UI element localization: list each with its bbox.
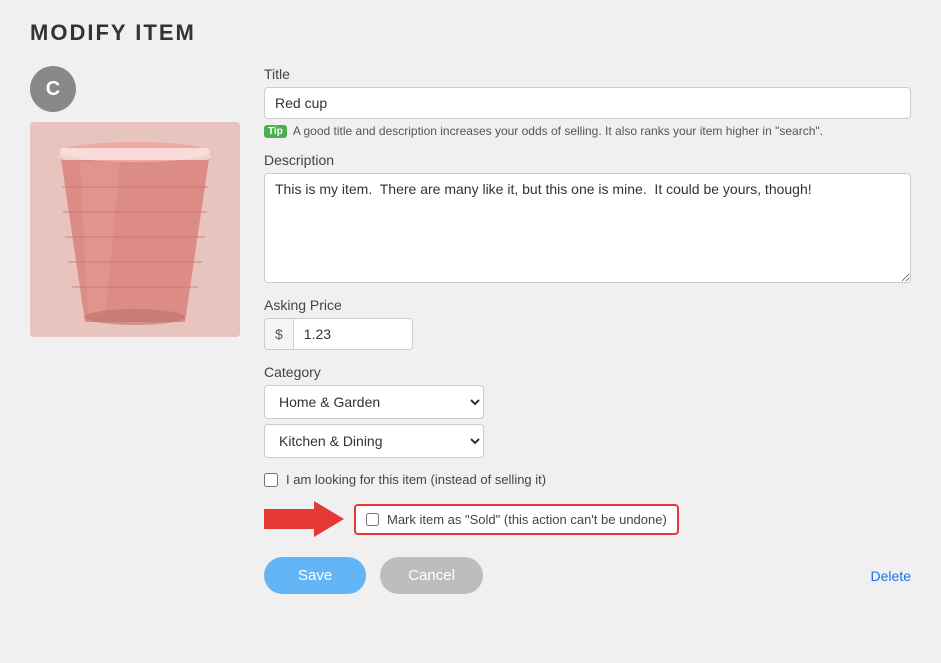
title-field-group: Title Tip A good title and description i…: [264, 66, 911, 138]
description-label: Description: [264, 152, 911, 168]
description-input[interactable]: [264, 173, 911, 283]
title-input[interactable]: [264, 87, 911, 119]
looking-checkbox-label: I am looking for this item (instead of s…: [286, 472, 546, 487]
price-symbol: $: [264, 318, 293, 350]
cancel-button[interactable]: Cancel: [380, 557, 483, 594]
price-label: Asking Price: [264, 297, 911, 313]
avatar: C: [30, 66, 76, 112]
category-select-1[interactable]: Home & Garden Electronics Clothing: [264, 385, 484, 419]
sold-checkbox-label: Mark item as "Sold" (this action can't b…: [387, 512, 667, 527]
save-button[interactable]: Save: [264, 557, 366, 594]
price-input[interactable]: [293, 318, 413, 350]
category-label: Category: [264, 364, 911, 380]
tip-text: A good title and description increases y…: [293, 124, 823, 138]
page-title: MODIFY ITEM: [30, 20, 911, 46]
sold-checkbox[interactable]: [366, 513, 379, 526]
looking-checkbox-row: I am looking for this item (instead of s…: [264, 472, 911, 487]
price-field-group: Asking Price $: [264, 297, 911, 350]
category-field-group: Category Home & Garden Electronics Cloth…: [264, 364, 911, 458]
looking-checkbox[interactable]: [264, 473, 278, 487]
sold-checkbox-row: Mark item as "Sold" (this action can't b…: [354, 504, 679, 535]
category-select-2[interactable]: Kitchen & Dining Furniture Storage: [264, 424, 484, 458]
tip-badge: Tip: [264, 125, 287, 138]
delete-link[interactable]: Delete: [871, 568, 911, 584]
title-label: Title: [264, 66, 911, 82]
item-image: [30, 122, 240, 337]
arrow-indicator: [264, 501, 344, 537]
buttons-row: Save Cancel Delete: [264, 557, 911, 594]
description-field-group: Description: [264, 152, 911, 283]
